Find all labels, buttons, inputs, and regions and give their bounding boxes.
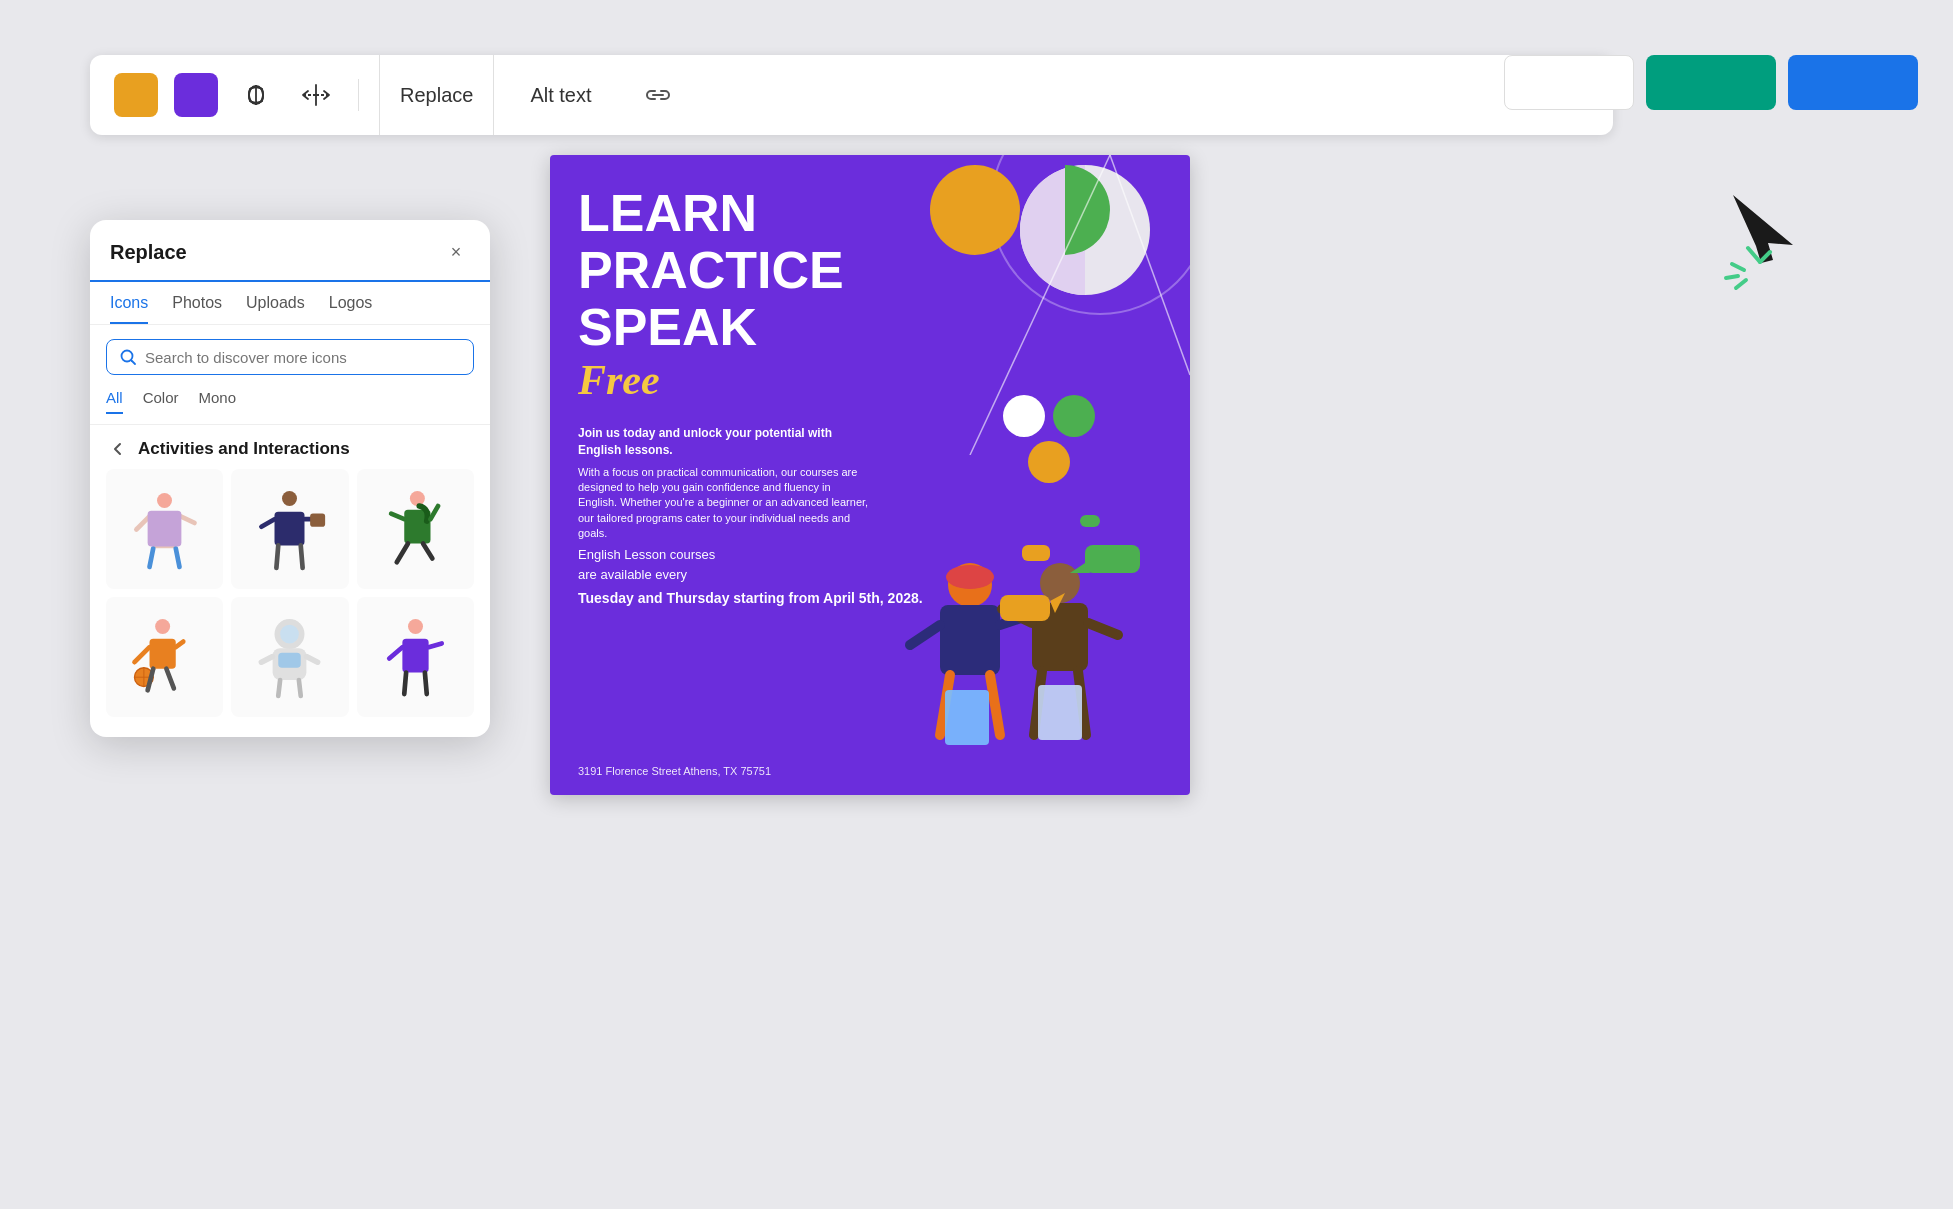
svg-rect-31: [1000, 595, 1050, 621]
person-icon-4: [127, 615, 202, 700]
svg-line-33: [1748, 248, 1760, 262]
svg-point-18: [408, 619, 423, 634]
back-button[interactable]: [106, 437, 130, 461]
speech-bubble-1: [1080, 515, 1100, 527]
design-canvas[interactable]: LEARN PRACTICE SPEAK Free Join us today …: [550, 155, 1190, 795]
svg-rect-19: [402, 638, 428, 672]
filter-all[interactable]: All: [106, 389, 123, 414]
right-toolbar: [1504, 55, 1918, 110]
svg-point-1: [122, 351, 133, 362]
filter-mono[interactable]: Mono: [199, 389, 237, 414]
close-button[interactable]: ×: [442, 238, 470, 266]
canvas-address: 3191 Florence Street Athens, TX 75751: [578, 765, 771, 777]
search-icon: [119, 348, 137, 366]
svg-rect-28: [1038, 685, 1082, 740]
svg-rect-3: [148, 510, 182, 546]
alt-text-button[interactable]: Alt text: [510, 55, 611, 135]
dimension-input[interactable]: [1504, 55, 1634, 110]
filter-tabs: All Color Mono: [90, 389, 490, 425]
image-toolbar: Replace Alt text: [90, 55, 1613, 135]
replace-panel: Replace × Icons Photos Uploads Logos All…: [90, 220, 490, 737]
svg-line-37: [1736, 280, 1746, 288]
svg-line-34: [1760, 252, 1770, 262]
replace-button[interactable]: Replace: [379, 55, 494, 135]
link-icon[interactable]: [636, 73, 680, 117]
icon-item-5[interactable]: [231, 597, 348, 717]
svg-point-2: [157, 492, 172, 507]
icon-item-6[interactable]: [357, 597, 474, 717]
svg-point-23: [946, 565, 994, 589]
svg-line-20: [1110, 155, 1190, 375]
svg-point-15: [281, 624, 300, 643]
tab-uploads[interactable]: Uploads: [246, 294, 305, 324]
canvas-line3: SPEAK: [578, 299, 844, 356]
svg-rect-5: [275, 511, 305, 545]
person-icon-1: [127, 487, 202, 572]
canvas-free: Free: [578, 357, 844, 403]
svg-rect-6: [311, 513, 326, 526]
canvas-main-title: LEARN PRACTICE SPEAK Free: [578, 185, 844, 403]
color-swatch-purple[interactable]: [174, 73, 218, 117]
icons-grid: [90, 469, 490, 717]
person-icon-5: [252, 615, 327, 700]
person-icon-6: [378, 615, 453, 700]
svg-line-35: [1732, 264, 1744, 270]
canvas-join-text: Join us today and unlock your potential …: [578, 425, 870, 459]
loading-indicator: [1718, 240, 1778, 304]
canvas-speak: SPEAK: [578, 298, 757, 356]
svg-rect-17: [279, 652, 302, 667]
color-swatch-yellow[interactable]: [114, 73, 158, 117]
canvas-line1: LEARN: [578, 185, 844, 242]
svg-rect-24: [940, 605, 1000, 675]
tab-icons[interactable]: Icons: [110, 294, 148, 324]
icon-item-2[interactable]: [231, 469, 348, 589]
panel-header: Replace ×: [90, 220, 490, 282]
canvas-body-detail: With a focus on practical communication,…: [578, 465, 870, 542]
search-box: [106, 339, 474, 375]
panel-tabs: Icons Photos Uploads Logos: [90, 282, 490, 325]
divider-1: [358, 79, 359, 111]
icon-item-1[interactable]: [106, 469, 223, 589]
category-title: Activities and Interactions: [138, 439, 350, 459]
flip-icon[interactable]: [294, 73, 338, 117]
svg-line-36: [1726, 276, 1738, 278]
category-header: Activities and Interactions: [90, 425, 490, 469]
person-icon-2: [252, 487, 327, 572]
svg-rect-25: [945, 690, 989, 745]
blue-action-button[interactable]: [1788, 55, 1918, 110]
tab-logos[interactable]: Logos: [329, 294, 373, 324]
canvas-line2: PRACTICE: [578, 242, 844, 299]
svg-point-4: [282, 491, 297, 506]
svg-rect-10: [150, 638, 176, 668]
canvas-body-text: Join us today and unlock your potential …: [578, 425, 870, 542]
svg-point-9: [155, 619, 170, 634]
panel-title: Replace: [110, 241, 187, 264]
svg-rect-29: [1085, 545, 1140, 573]
icon-item-4[interactable]: [106, 597, 223, 717]
filter-color[interactable]: Color: [143, 389, 179, 414]
svg-point-7: [410, 491, 425, 506]
tab-photos[interactable]: Photos: [172, 294, 222, 324]
people-illustration: [870, 535, 1190, 795]
icon-item-3[interactable]: [357, 469, 474, 589]
person-icon-3: [378, 487, 453, 572]
search-input[interactable]: [145, 349, 461, 366]
green-action-button[interactable]: [1646, 55, 1776, 110]
opacity-icon[interactable]: [234, 73, 278, 117]
